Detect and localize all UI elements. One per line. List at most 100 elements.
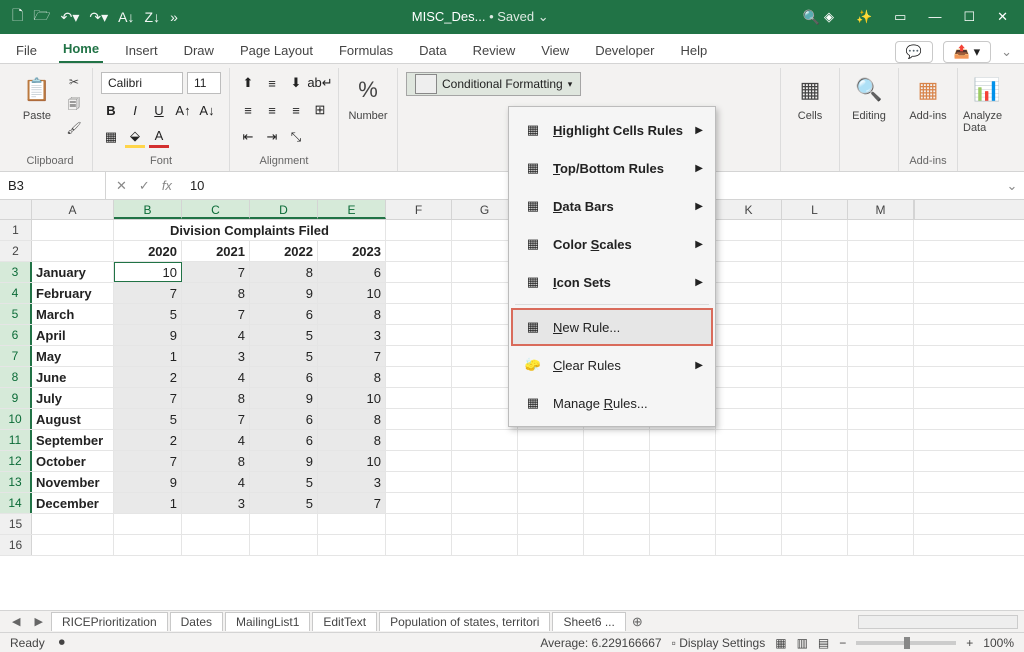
wrap-text-icon[interactable]: ab↵	[310, 72, 330, 94]
col-header[interactable]: D	[250, 200, 318, 219]
tab-page-layout[interactable]: Page Layout	[236, 37, 317, 63]
cell[interactable]	[650, 472, 716, 492]
cell[interactable]	[452, 535, 518, 555]
sheet-tab[interactable]: EditText	[312, 612, 377, 631]
maximize-icon[interactable]: ☐	[963, 9, 975, 25]
cell[interactable]	[518, 451, 584, 471]
cell[interactable]	[716, 325, 782, 345]
cell[interactable]: August	[32, 409, 114, 429]
menu-new-rule[interactable]: ▦New Rule...	[511, 308, 713, 346]
row-header[interactable]: 11	[0, 430, 32, 450]
cell[interactable]	[782, 430, 848, 450]
view-page-break-icon[interactable]: ▤	[818, 636, 829, 650]
new-file-icon[interactable]: 🗋	[12, 5, 23, 29]
cell[interactable]	[518, 472, 584, 492]
cell[interactable]	[848, 409, 914, 429]
cell[interactable]: June	[32, 367, 114, 387]
col-header[interactable]: M	[848, 200, 914, 219]
font-color-icon[interactable]: A	[149, 126, 169, 148]
bold-button[interactable]: B	[101, 99, 121, 121]
italic-button[interactable]: I	[125, 99, 145, 121]
cell[interactable]	[32, 220, 114, 240]
cell[interactable]: November	[32, 472, 114, 492]
cell[interactable]: 10	[114, 262, 182, 282]
cell[interactable]	[386, 346, 452, 366]
orientation-icon[interactable]: ⤡	[286, 126, 306, 148]
cell[interactable]: 4	[182, 430, 250, 450]
cell[interactable]	[386, 430, 452, 450]
cells-button[interactable]: ▦Cells	[789, 72, 831, 122]
cell[interactable]	[32, 241, 114, 261]
row-header[interactable]: 8	[0, 367, 32, 387]
cell[interactable]: 3	[182, 493, 250, 513]
cell[interactable]: December	[32, 493, 114, 513]
align-right-icon[interactable]: ≡	[286, 99, 306, 121]
cell[interactable]	[250, 535, 318, 555]
cell[interactable]: 9	[114, 472, 182, 492]
view-normal-icon[interactable]: ▦	[775, 636, 786, 650]
cell[interactable]: 8	[318, 409, 386, 429]
cell[interactable]: 7	[114, 451, 182, 471]
col-header[interactable]: L	[782, 200, 848, 219]
row-header[interactable]: 14	[0, 493, 32, 513]
row-header[interactable]: 1	[0, 220, 32, 240]
cell[interactable]: 5	[114, 304, 182, 324]
cell[interactable]	[318, 514, 386, 534]
cut-icon[interactable]: ✂	[64, 72, 84, 92]
search-icon[interactable]: 🔍	[803, 9, 820, 26]
cell[interactable]	[782, 535, 848, 555]
sheet-nav-next[interactable]: ▶	[28, 615, 48, 628]
col-header[interactable]: A	[32, 200, 114, 219]
row-header[interactable]: 6	[0, 325, 32, 345]
cell[interactable]	[386, 262, 452, 282]
cell[interactable]	[386, 388, 452, 408]
cell[interactable]	[386, 304, 452, 324]
row-header[interactable]: 5	[0, 304, 32, 324]
font-name-select[interactable]: Calibri	[101, 72, 183, 94]
collapse-ribbon-icon[interactable]: ⌄	[1001, 44, 1012, 60]
cell[interactable]	[782, 241, 848, 261]
cell[interactable]: 6	[250, 409, 318, 429]
menu-color-scales[interactable]: ▦Color Scales▶	[511, 225, 713, 263]
cell[interactable]: 9	[250, 451, 318, 471]
cell[interactable]	[386, 325, 452, 345]
addins-button[interactable]: ▦Add-ins	[907, 72, 949, 122]
comments-button[interactable]: 💬	[895, 41, 933, 63]
cell[interactable]: 10	[318, 451, 386, 471]
cell[interactable]	[716, 220, 782, 240]
menu-clear-rules[interactable]: 🧽Clear Rules▶	[511, 346, 713, 384]
cell[interactable]: 6	[250, 367, 318, 387]
cell[interactable]: 5	[250, 325, 318, 345]
cell[interactable]	[318, 535, 386, 555]
col-header[interactable]: K	[716, 200, 782, 219]
cell[interactable]	[848, 283, 914, 303]
display-settings[interactable]: ▫ Display Settings	[672, 636, 766, 650]
tab-developer[interactable]: Developer	[591, 37, 658, 63]
cancel-icon[interactable]: ✕	[116, 178, 127, 194]
paste-button[interactable]: 📋 Paste	[16, 72, 58, 122]
align-top-icon[interactable]: ⬆	[238, 72, 258, 94]
redo-icon[interactable]: ↷▾	[89, 9, 108, 26]
cell[interactable]: 7	[318, 493, 386, 513]
sheet-tab[interactable]: Sheet6 ...	[552, 612, 625, 631]
cell[interactable]: 7	[114, 388, 182, 408]
cell[interactable]: 2022	[250, 241, 318, 261]
cell[interactable]	[518, 514, 584, 534]
cell[interactable]	[848, 346, 914, 366]
merge-icon[interactable]: ⊞	[310, 99, 330, 121]
cell[interactable]	[452, 451, 518, 471]
cell[interactable]	[250, 514, 318, 534]
cell[interactable]	[716, 451, 782, 471]
cell[interactable]: May	[32, 346, 114, 366]
minimize-icon[interactable]: —	[928, 9, 941, 25]
sheet-nav-prev[interactable]: ◀	[6, 615, 26, 628]
borders-icon[interactable]: ▦	[101, 126, 121, 148]
cell[interactable]: 8	[318, 367, 386, 387]
cell[interactable]: 5	[250, 493, 318, 513]
cell[interactable]	[518, 430, 584, 450]
cell[interactable]	[848, 430, 914, 450]
col-header[interactable]: C	[182, 200, 250, 219]
row-header[interactable]: 16	[0, 535, 32, 555]
tab-formulas[interactable]: Formulas	[335, 37, 397, 63]
cell[interactable]	[716, 346, 782, 366]
